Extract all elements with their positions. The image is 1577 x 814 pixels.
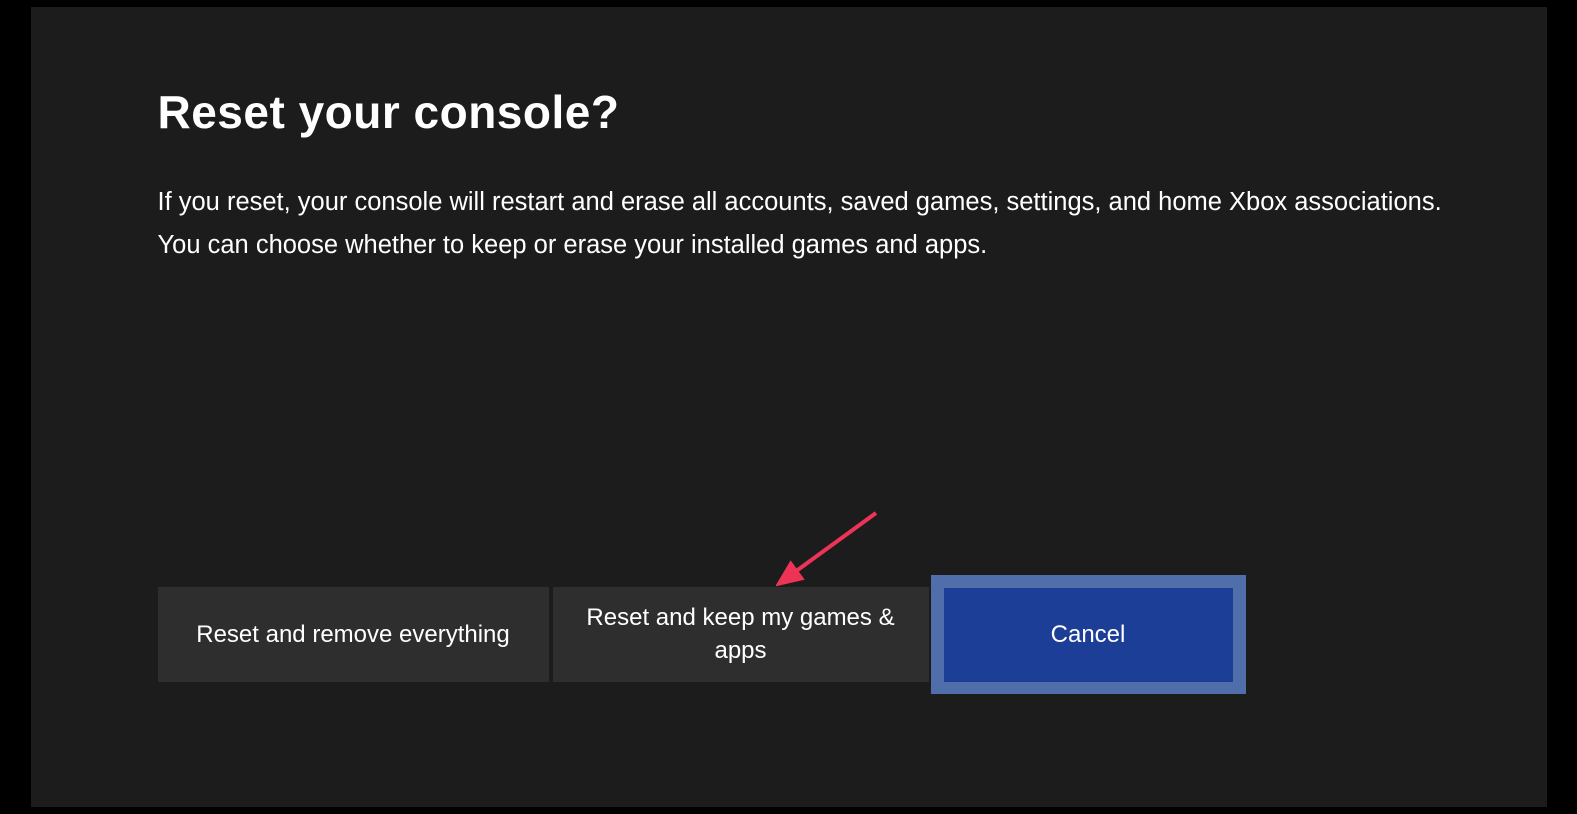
button-label: Reset and remove everything (196, 621, 510, 649)
reset-console-dialog: Reset your console? If you reset, your c… (31, 7, 1547, 807)
button-row: Reset and remove everything Reset and ke… (158, 575, 1246, 694)
button-label: Reset and keep my games & apps (573, 602, 909, 667)
button-label: Cancel (1051, 621, 1126, 649)
cancel-button[interactable]: Cancel (944, 588, 1233, 682)
dialog-description: If you reset, your console will restart … (158, 181, 1487, 268)
cancel-button-focus-ring: Cancel (931, 575, 1246, 694)
dialog-title: Reset your console? (158, 85, 1487, 139)
reset-keep-games-apps-button[interactable]: Reset and keep my games & apps (553, 587, 929, 682)
reset-remove-everything-button[interactable]: Reset and remove everything (158, 587, 549, 682)
